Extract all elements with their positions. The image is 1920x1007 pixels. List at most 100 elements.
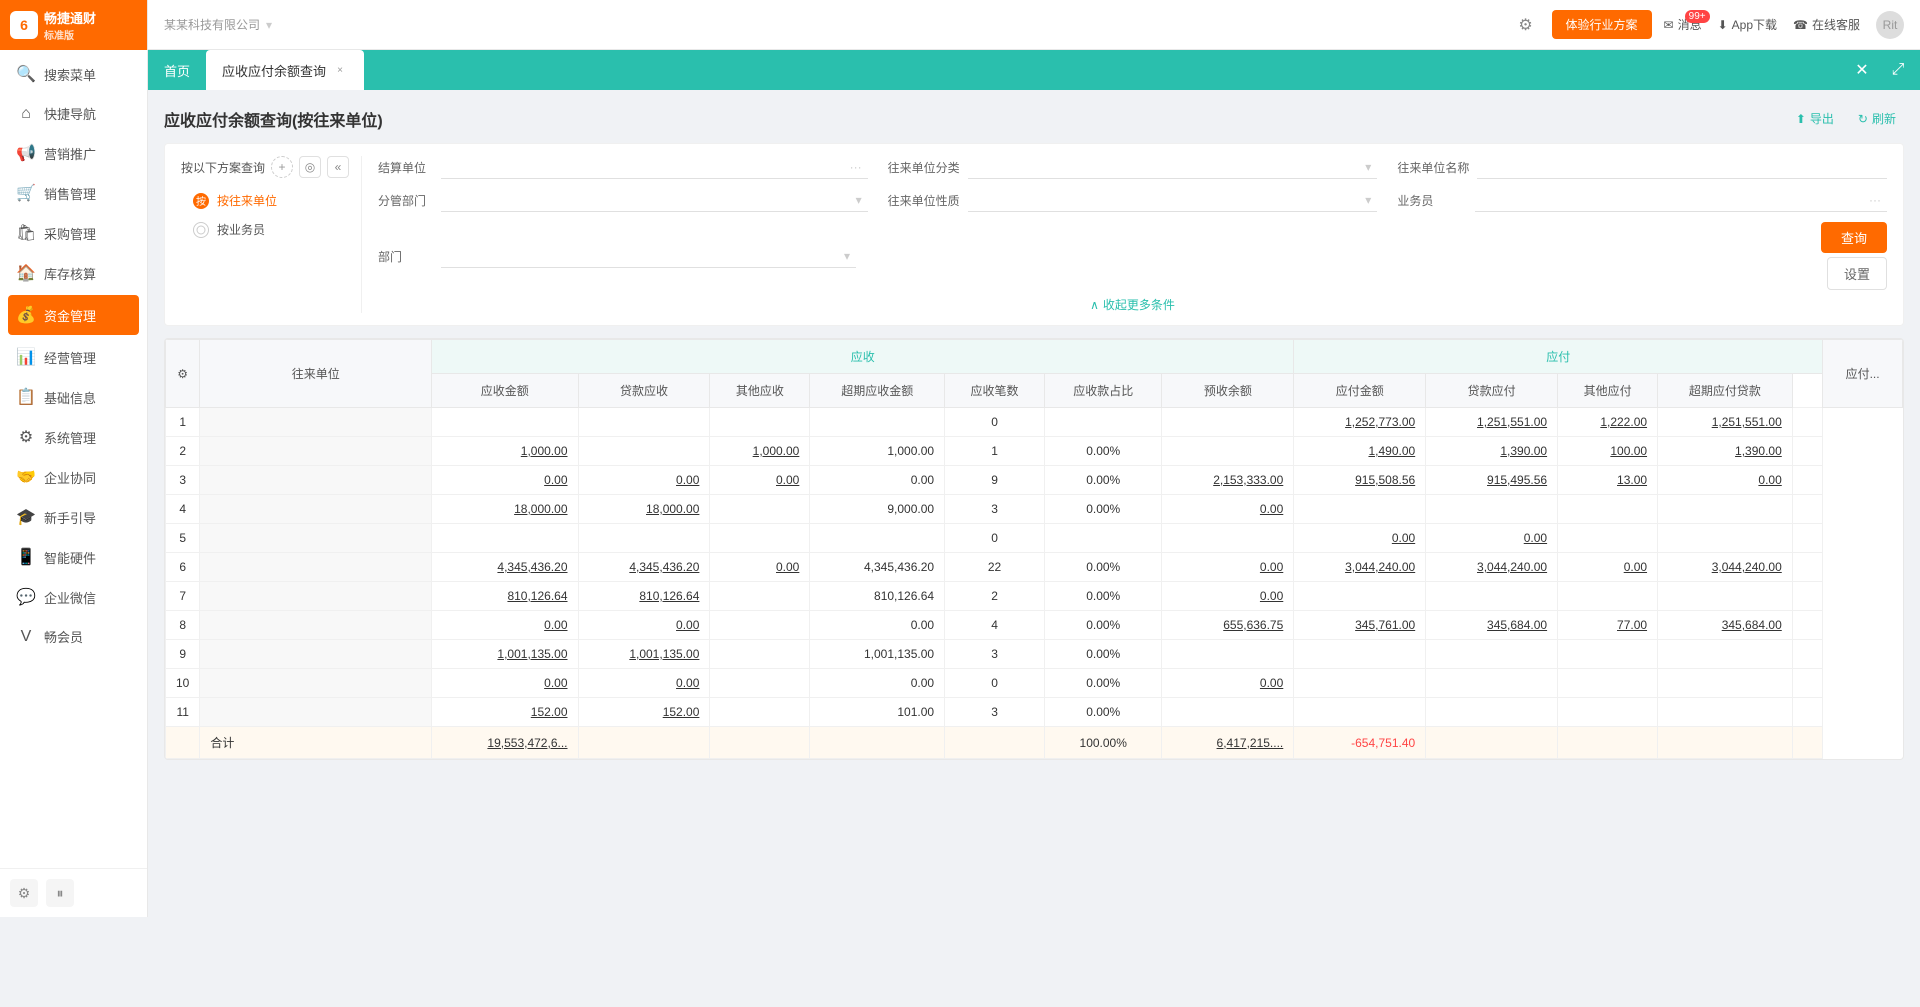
customer-name-input[interactable] bbox=[1477, 156, 1887, 179]
customer-nature-select[interactable]: ▾ bbox=[968, 189, 1378, 212]
user-avatar[interactable]: Rit bbox=[1876, 11, 1904, 39]
department-select[interactable]: ▾ bbox=[441, 245, 856, 268]
table-cell[interactable]: 0.00 bbox=[1162, 582, 1294, 611]
sidebar-item-hardware[interactable]: 📱 智能硬件 bbox=[0, 537, 147, 577]
customer-category-select[interactable]: ▾ bbox=[968, 156, 1378, 179]
sidebar-item-marketing[interactable]: 📢 营销推广 bbox=[0, 133, 147, 173]
online-service-button[interactable]: ☎ 在线客服 bbox=[1793, 16, 1860, 33]
sidebar-item-purchase[interactable]: 🛍 采购管理 bbox=[0, 213, 147, 253]
sidebar-item-basic[interactable]: 📋 基础信息 bbox=[0, 377, 147, 417]
table-cell[interactable]: 655,636.75 bbox=[1162, 611, 1294, 640]
table-cell[interactable]: 1,222.00 bbox=[1558, 408, 1658, 437]
schema-by-customer[interactable]: 按 按往来单位 bbox=[181, 186, 349, 215]
dept-manager-select[interactable]: ▾ bbox=[441, 189, 868, 212]
table-settings-header[interactable]: ⚙ bbox=[166, 340, 200, 408]
messages-button[interactable]: ✉ 消息 99+ bbox=[1664, 16, 1702, 33]
sidebar-item-member[interactable]: V 畅会员 bbox=[0, 617, 147, 656]
table-cell[interactable]: 1,252,773.00 bbox=[1294, 408, 1426, 437]
settings-button[interactable]: 设置 bbox=[1827, 257, 1887, 290]
table-cell[interactable]: 0.00 bbox=[1658, 466, 1793, 495]
table-cell[interactable]: 1,490.00 bbox=[1294, 437, 1426, 466]
settlement-unit-input[interactable]: ··· bbox=[441, 156, 868, 179]
table-cell: 0.00% bbox=[1045, 582, 1162, 611]
promo-button[interactable]: 体验行业方案 bbox=[1552, 10, 1652, 39]
table-cell[interactable]: 0.00 bbox=[710, 466, 810, 495]
refresh-button[interactable]: ↻ 刷新 bbox=[1850, 106, 1904, 131]
table-cell[interactable]: 4,345,436.20 bbox=[578, 553, 710, 582]
table-cell[interactable]: 0.00 bbox=[432, 611, 578, 640]
table-cell[interactable]: 152.00 bbox=[578, 698, 710, 727]
table-cell[interactable]: 1,000.00 bbox=[710, 437, 810, 466]
export-button[interactable]: ⬆ 导出 bbox=[1788, 106, 1842, 131]
close-tab-button[interactable]: ✕ bbox=[1848, 56, 1876, 84]
table-cell[interactable]: 0.00 bbox=[1162, 495, 1294, 524]
table-cell[interactable]: 0.00 bbox=[1558, 553, 1658, 582]
footer-advance-balance[interactable]: 6,417,215.... bbox=[1162, 727, 1294, 759]
salesperson-input[interactable]: ··· bbox=[1475, 189, 1887, 212]
table-cell[interactable]: 18,000.00 bbox=[578, 495, 710, 524]
sidebar-item-collab[interactable]: 🤝 企业协同 bbox=[0, 457, 147, 497]
schema-collapse-button[interactable]: « bbox=[327, 156, 349, 178]
table-cell[interactable]: 3,044,240.00 bbox=[1294, 553, 1426, 582]
table-cell[interactable]: 1,251,551.00 bbox=[1426, 408, 1558, 437]
table-cell[interactable]: 4,345,436.20 bbox=[432, 553, 578, 582]
sidebar-item-inventory[interactable]: 🏠 库存核算 bbox=[0, 253, 147, 293]
sidebar-item-operation[interactable]: 📊 经营管理 bbox=[0, 337, 147, 377]
sidebar-item-finance[interactable]: 💰 资金管理 bbox=[8, 295, 139, 335]
table-cell[interactable]: 0.00 bbox=[578, 466, 710, 495]
table-cell[interactable]: 345,761.00 bbox=[1294, 611, 1426, 640]
table-cell[interactable]: 0.00 bbox=[710, 553, 810, 582]
sidebar-item-system[interactable]: ⚙ 系统管理 bbox=[0, 417, 147, 457]
table-cell[interactable]: 345,684.00 bbox=[1658, 611, 1793, 640]
table-cell[interactable]: 345,684.00 bbox=[1426, 611, 1558, 640]
table-cell[interactable]: 1,251,551.00 bbox=[1658, 408, 1793, 437]
table-cell[interactable]: 18,000.00 bbox=[432, 495, 578, 524]
table-cell[interactable]: 1,001,135.00 bbox=[432, 640, 578, 669]
schema-by-staff[interactable]: 按业务员 bbox=[181, 215, 349, 244]
table-cell[interactable]: 100.00 bbox=[1558, 437, 1658, 466]
header-gear-button[interactable]: ⚙ bbox=[1512, 11, 1540, 39]
table-cell[interactable]: 0.00 bbox=[1294, 524, 1426, 553]
tab-close-icon[interactable]: × bbox=[332, 62, 348, 78]
table-cell[interactable]: 915,495.56 bbox=[1426, 466, 1558, 495]
sidebar-item-sales[interactable]: 🛒 销售管理 bbox=[0, 173, 147, 213]
table-row: 7810,126.64810,126.64810,126.6420.00%0.0… bbox=[166, 582, 1903, 611]
table-cell[interactable]: 810,126.64 bbox=[578, 582, 710, 611]
table-cell[interactable]: 0.00 bbox=[432, 669, 578, 698]
sidebar-item-wechat[interactable]: 💬 企业微信 bbox=[0, 577, 147, 617]
table-cell[interactable]: 810,126.64 bbox=[432, 582, 578, 611]
add-schema-button[interactable]: + bbox=[271, 156, 293, 178]
expand-button[interactable]: ⤢ bbox=[1884, 56, 1912, 84]
tab-ar-ap[interactable]: 应收应付余额查询 × bbox=[206, 50, 364, 90]
table-cell[interactable]: 77.00 bbox=[1558, 611, 1658, 640]
table-cell[interactable]: 1,390.00 bbox=[1426, 437, 1558, 466]
tab-home[interactable]: 首页 bbox=[148, 50, 206, 90]
footer-ar-amount[interactable]: 19,553,472,6... bbox=[432, 727, 578, 759]
table-cell[interactable]: 0.00 bbox=[1426, 524, 1558, 553]
table-cell[interactable]: 0.00 bbox=[578, 669, 710, 698]
sidebar-settings-button[interactable]: ⚙ bbox=[10, 879, 38, 907]
table-cell bbox=[1294, 495, 1426, 524]
schema-settings-button[interactable]: ◎ bbox=[299, 156, 321, 178]
sidebar-collapse-button[interactable]: ⏸ bbox=[46, 879, 74, 907]
table-cell[interactable]: 0.00 bbox=[578, 611, 710, 640]
sidebar-item-guide[interactable]: 🎓 新手引导 bbox=[0, 497, 147, 537]
table-cell[interactable]: 0.00 bbox=[1162, 553, 1294, 582]
table-cell[interactable]: 915,508.56 bbox=[1294, 466, 1426, 495]
table-cell[interactable]: 1,001,135.00 bbox=[578, 640, 710, 669]
app-download-button[interactable]: ⬇ App下载 bbox=[1718, 16, 1777, 33]
table-cell[interactable]: 13.00 bbox=[1558, 466, 1658, 495]
sidebar-item-quick-nav[interactable]: ⌂ 快捷导航 bbox=[0, 94, 147, 133]
footer-loan-ap bbox=[1426, 727, 1558, 759]
table-cell[interactable]: 3,044,240.00 bbox=[1426, 553, 1558, 582]
table-cell[interactable]: 2,153,333.00 bbox=[1162, 466, 1294, 495]
table-cell[interactable]: 1,000.00 bbox=[432, 437, 578, 466]
table-cell[interactable]: 3,044,240.00 bbox=[1658, 553, 1793, 582]
table-cell[interactable]: 1,390.00 bbox=[1658, 437, 1793, 466]
table-cell[interactable]: 152.00 bbox=[432, 698, 578, 727]
sidebar-item-search-menu[interactable]: 🔍 搜索菜单 bbox=[0, 54, 147, 94]
collapse-button[interactable]: ∧ 收起更多条件 bbox=[378, 296, 1887, 313]
query-button[interactable]: 查询 bbox=[1821, 222, 1887, 253]
table-cell[interactable]: 0.00 bbox=[432, 466, 578, 495]
table-cell[interactable]: 0.00 bbox=[1162, 669, 1294, 698]
